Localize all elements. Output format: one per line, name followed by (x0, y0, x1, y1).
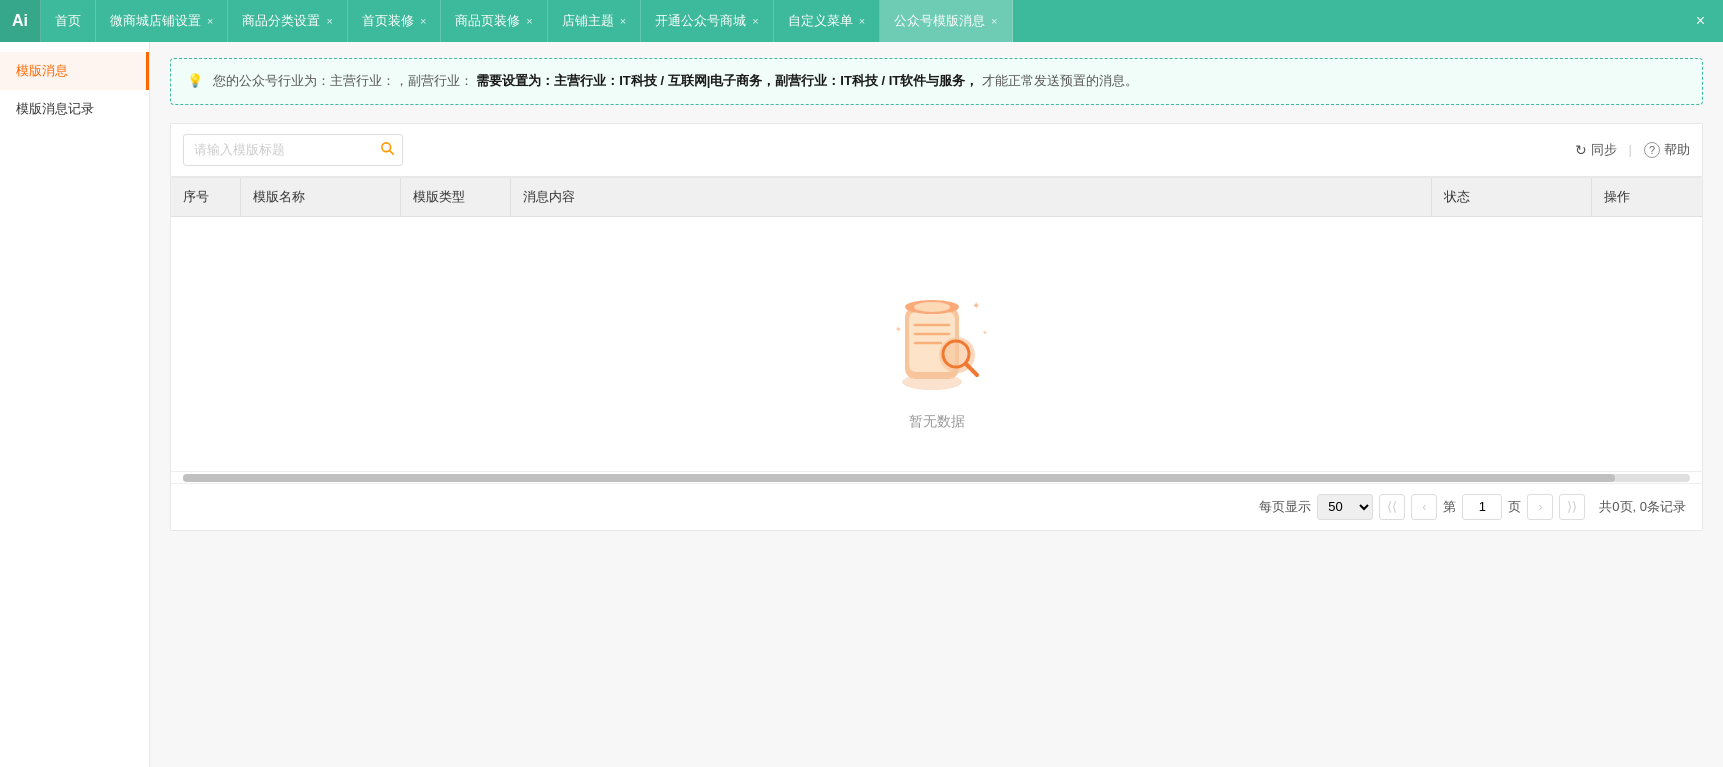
sidebar-item-template-message[interactable]: 模版消息 (0, 52, 149, 90)
logo-text: Ai (12, 12, 28, 30)
col-action: 操作 (1592, 178, 1702, 216)
col-type: 模版类型 (401, 178, 511, 216)
last-page-button[interactable]: ⟩⟩ (1559, 494, 1585, 520)
tab-product-decor[interactable]: 商品页装修 × (441, 0, 547, 42)
tab-open-shop-label: 开通公众号商城 (655, 12, 746, 30)
col-status: 状态 (1432, 178, 1592, 216)
tab-bar: Ai 首页 微商城店铺设置 × 商品分类设置 × 首页装修 × 商品页装修 × … (0, 0, 1723, 42)
svg-line-1 (389, 150, 393, 154)
total-info: 共0页, 0条记录 (1599, 498, 1686, 516)
tab-home-decor-label: 首页装修 (362, 12, 414, 30)
prev-page-icon: ‹ (1422, 499, 1426, 514)
tab-open-shop[interactable]: 开通公众号商城 × (641, 0, 773, 42)
col-index: 序号 (171, 178, 241, 216)
empty-illustration: ✦ ✦ ✦ (877, 277, 997, 397)
col-name: 模版名称 (241, 178, 401, 216)
tab-shop-theme-close[interactable]: × (620, 15, 626, 27)
sync-icon: ↻ (1575, 142, 1587, 158)
toolbar-divider: | (1629, 142, 1632, 157)
tab-template-msg-label: 公众号模版消息 (894, 12, 985, 30)
sidebar: 模版消息 模版消息记录 (0, 42, 150, 767)
notice-suffix: 才能正常发送预置的消息。 (982, 73, 1138, 88)
notice-highlight: 需要设置为：主营行业：IT科技 / 互联网|电子商务，副营行业：IT科技 / I… (476, 73, 978, 88)
tab-custom-menu-label: 自定义菜单 (788, 12, 853, 30)
help-icon: ? (1644, 142, 1660, 158)
sidebar-item-template-record[interactable]: 模版消息记录 (0, 90, 149, 128)
first-page-icon: ⟨⟨ (1387, 499, 1397, 514)
main-layout: 模版消息 模版消息记录 💡 您的公众号行业为：主营行业：，副营行业： 需要设置为… (0, 42, 1723, 767)
pagination: 每页显示 50 10 20 100 ⟨⟨ ‹ 第 页 › (171, 483, 1702, 530)
search-input-wrap (183, 134, 403, 166)
scrollbar-track (183, 474, 1690, 482)
next-page-icon: › (1538, 499, 1542, 514)
help-label: 帮助 (1664, 141, 1690, 159)
svg-text:✦: ✦ (972, 300, 980, 311)
next-page-button[interactable]: › (1527, 494, 1553, 520)
sync-button[interactable]: ↻ 同步 (1575, 141, 1617, 159)
svg-point-9 (914, 302, 950, 312)
tab-shop-theme-label: 店铺主题 (562, 12, 614, 30)
empty-text: 暂无数据 (909, 413, 965, 431)
tab-home-decor[interactable]: 首页装修 × (348, 0, 441, 42)
tab-custom-menu-close[interactable]: × (859, 15, 865, 27)
search-icon (380, 142, 395, 159)
svg-text:✦: ✦ (982, 329, 988, 336)
table-header: 序号 模版名称 模版类型 消息内容 状态 操作 (171, 178, 1702, 217)
tab-custom-menu[interactable]: 自定义菜单 × (774, 0, 880, 42)
page-word: 第 (1443, 498, 1456, 516)
help-button[interactable]: ? 帮助 (1644, 141, 1690, 159)
search-input[interactable] (183, 134, 403, 166)
page-number-input[interactable] (1462, 494, 1502, 520)
data-table: 序号 模版名称 模版类型 消息内容 状态 操作 (170, 177, 1703, 531)
empty-state: ✦ ✦ ✦ 暂无数据 (171, 217, 1702, 471)
scrollbar-thumb (183, 474, 1615, 482)
page-size-select[interactable]: 50 10 20 100 (1317, 494, 1373, 520)
first-page-button[interactable]: ⟨⟨ (1379, 494, 1405, 520)
svg-point-0 (382, 143, 391, 152)
tab-micro-shop[interactable]: 微商城店铺设置 × (96, 0, 228, 42)
tab-home-label: 首页 (55, 12, 81, 30)
col-content: 消息内容 (511, 178, 1432, 216)
notice-prefix: 您的公众号行业为：主营行业：，副营行业： (213, 73, 473, 88)
sidebar-item-template-message-label: 模版消息 (16, 63, 68, 78)
tab-micro-shop-close[interactable]: × (207, 15, 213, 27)
tab-product-category-close[interactable]: × (326, 15, 332, 27)
tab-home[interactable]: 首页 (41, 0, 96, 42)
tab-template-msg[interactable]: 公众号模版消息 × (880, 0, 1012, 42)
content-area: 💡 您的公众号行业为：主营行业：，副营行业： 需要设置为：主营行业：IT科技 /… (150, 42, 1723, 767)
prev-page-button[interactable]: ‹ (1411, 494, 1437, 520)
tab-home-decor-close[interactable]: × (420, 15, 426, 27)
global-close-button[interactable]: × (1688, 12, 1713, 30)
sync-label: 同步 (1591, 141, 1617, 159)
search-button[interactable] (380, 141, 395, 159)
svg-text:✦: ✦ (895, 325, 902, 334)
tab-shop-theme[interactable]: 店铺主题 × (548, 0, 641, 42)
tab-product-category[interactable]: 商品分类设置 × (228, 0, 347, 42)
logo-tab: Ai (0, 0, 41, 42)
sidebar-item-template-record-label: 模版消息记录 (16, 101, 94, 116)
tab-product-category-label: 商品分类设置 (242, 12, 320, 30)
toolbar-right: ↻ 同步 | ? 帮助 (1575, 141, 1690, 159)
tab-micro-shop-label: 微商城店铺设置 (110, 12, 201, 30)
tab-open-shop-close[interactable]: × (752, 15, 758, 27)
tab-product-decor-label: 商品页装修 (455, 12, 520, 30)
tab-template-msg-close[interactable]: × (991, 15, 997, 27)
notice-icon: 💡 (187, 73, 203, 88)
last-page-icon: ⟩⟩ (1567, 499, 1577, 514)
notice-box: 💡 您的公众号行业为：主营行业：，副营行业： 需要设置为：主营行业：IT科技 /… (170, 58, 1703, 105)
page-unit: 页 (1508, 498, 1521, 516)
tab-product-decor-close[interactable]: × (526, 15, 532, 27)
horizontal-scrollbar[interactable] (171, 471, 1702, 483)
search-bar: ↻ 同步 | ? 帮助 (170, 123, 1703, 177)
page-size-label: 每页显示 (1259, 498, 1311, 516)
